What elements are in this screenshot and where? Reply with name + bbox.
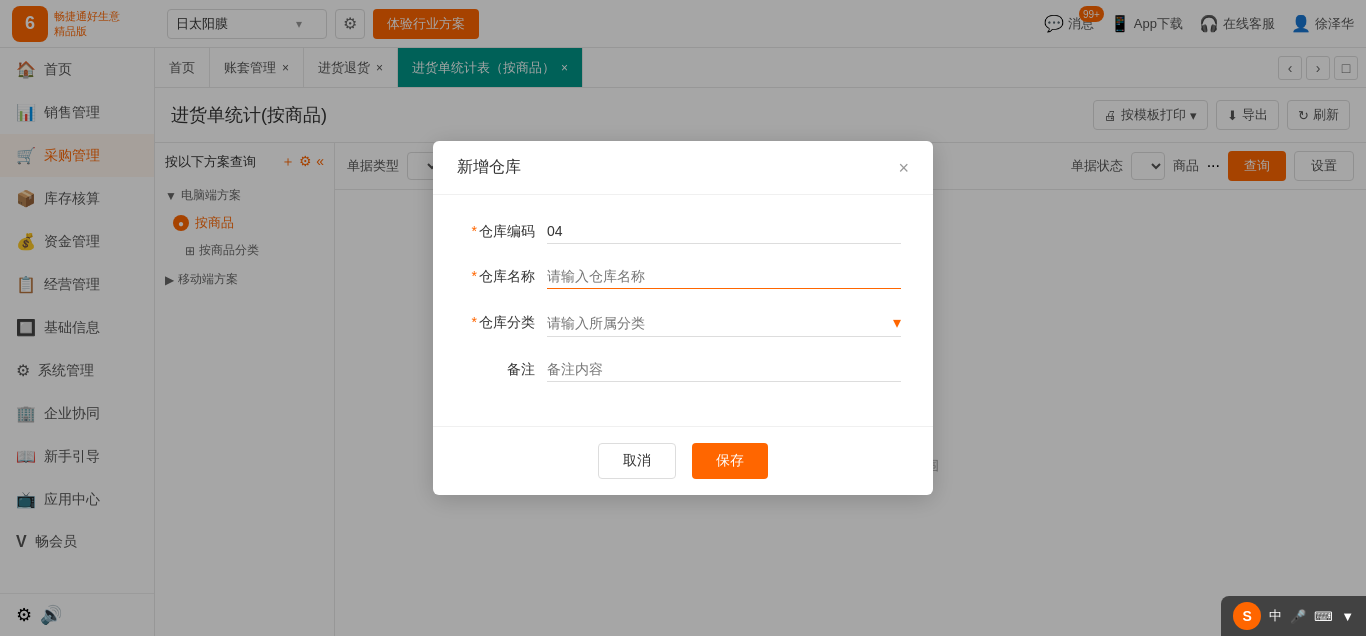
note-label: 备注 xyxy=(465,361,535,379)
category-select-wrap[interactable]: ▾ xyxy=(547,309,901,337)
form-row-category: 仓库分类 ▾ xyxy=(465,309,901,337)
microphone-button[interactable]: 🎤 xyxy=(1290,609,1306,624)
more-button[interactable]: ▼ xyxy=(1341,609,1354,624)
s-logo: S xyxy=(1233,602,1261,630)
dialog-footer: 取消 保存 xyxy=(433,426,933,495)
note-input[interactable] xyxy=(547,357,901,382)
form-row-name: 仓库名称 xyxy=(465,264,901,289)
bottom-bar: S 中 🎤 ⌨ ▼ xyxy=(1221,596,1366,636)
code-input[interactable] xyxy=(547,219,901,244)
name-label: 仓库名称 xyxy=(465,268,535,286)
name-input[interactable] xyxy=(547,264,901,289)
category-input[interactable] xyxy=(547,315,893,331)
category-dropdown-icon: ▾ xyxy=(893,313,901,332)
keyboard-button[interactable]: ⌨ xyxy=(1314,609,1333,624)
cancel-button[interactable]: 取消 xyxy=(598,443,676,479)
save-button[interactable]: 保存 xyxy=(692,443,768,479)
modal-overlay: 新增仓库 × 仓库编码 仓库名称 仓库分类 ▾ xyxy=(0,0,1366,636)
form-row-note: 备注 xyxy=(465,357,901,382)
chinese-input-button[interactable]: 中 xyxy=(1269,607,1282,625)
code-label: 仓库编码 xyxy=(465,223,535,241)
dialog-close-button[interactable]: × xyxy=(898,159,909,177)
dialog-title: 新增仓库 xyxy=(457,157,521,178)
add-warehouse-dialog: 新增仓库 × 仓库编码 仓库名称 仓库分类 ▾ xyxy=(433,141,933,495)
form-row-code: 仓库编码 xyxy=(465,219,901,244)
category-label: 仓库分类 xyxy=(465,314,535,332)
dialog-header: 新增仓库 × xyxy=(433,141,933,195)
dialog-body: 仓库编码 仓库名称 仓库分类 ▾ 备注 xyxy=(433,195,933,426)
